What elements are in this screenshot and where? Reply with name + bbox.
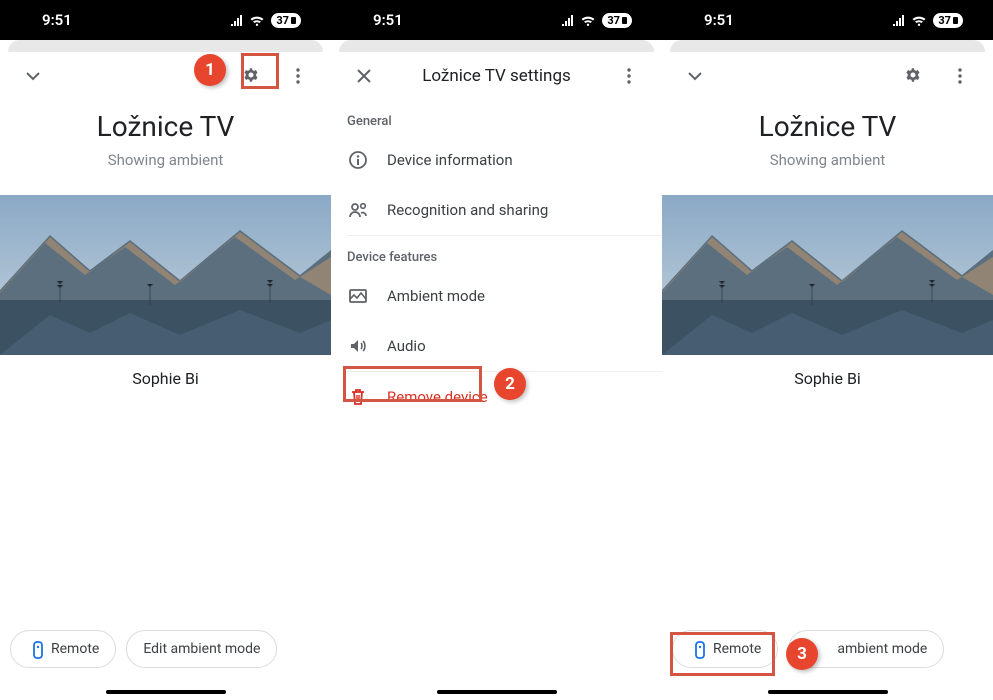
battery-indicator: 37 — [602, 13, 632, 28]
trash-icon — [347, 386, 369, 408]
artist-name: Sophie Bi — [0, 369, 331, 388]
close-icon — [353, 65, 375, 87]
settings-button[interactable] — [233, 57, 271, 95]
section-general: General — [331, 100, 662, 135]
remote-button[interactable]: Remote — [672, 630, 778, 668]
collapse-button[interactable] — [676, 57, 714, 95]
more-vertical-icon — [949, 65, 971, 87]
remote-label: Remote — [51, 641, 99, 657]
sheet-grabber — [8, 40, 323, 52]
collapse-button[interactable] — [14, 57, 52, 95]
audio-icon — [347, 335, 369, 357]
remote-icon — [689, 639, 705, 659]
remote-icon — [27, 639, 43, 659]
home-indicator — [768, 690, 888, 694]
remote-button[interactable]: Remote — [10, 630, 116, 668]
panel-3: 9:51 37 Ložnice TV Showing ambient — [662, 0, 993, 700]
device-subtitle: Showing ambient — [662, 151, 993, 169]
ambient-image[interactable] — [662, 195, 993, 355]
more-button[interactable] — [279, 57, 317, 95]
remote-label: Remote — [713, 641, 761, 657]
artist-name: Sophie Bi — [662, 369, 993, 388]
row-label: Audio — [387, 337, 426, 355]
more-vertical-icon — [618, 65, 640, 87]
people-icon — [347, 199, 369, 221]
app-header — [662, 52, 993, 100]
row-remove-device[interactable]: Remove device — [331, 372, 662, 422]
wifi-icon — [250, 14, 265, 26]
battery-indicator: 37 — [933, 13, 963, 28]
status-bar: 9:51 37 — [0, 0, 331, 40]
sheet-grabber — [339, 40, 654, 52]
chevron-down-icon — [685, 66, 705, 86]
row-label: Recognition and sharing — [387, 201, 548, 219]
more-vertical-icon — [287, 65, 309, 87]
row-recognition-sharing[interactable]: Recognition and sharing — [331, 185, 662, 235]
sheet-grabber — [670, 40, 985, 52]
gear-icon — [903, 65, 925, 87]
status-bar: 9:51 37 — [331, 0, 662, 40]
status-time: 9:51 — [373, 11, 403, 29]
wifi-icon — [912, 14, 927, 26]
status-time: 9:51 — [704, 11, 734, 29]
home-indicator — [106, 690, 226, 694]
row-label: Remove device — [387, 388, 488, 406]
row-label: Ambient mode — [387, 287, 485, 305]
row-label: Device information — [387, 151, 513, 169]
row-ambient-mode[interactable]: Ambient mode — [331, 271, 662, 321]
settings-button[interactable] — [895, 57, 933, 95]
section-device-features: Device features — [331, 236, 662, 271]
panel-1: 9:51 37 Ložnice TV Showing ambient — [0, 0, 331, 700]
ambient-image[interactable] — [0, 195, 331, 355]
battery-indicator: 37 — [271, 13, 301, 28]
edit-ambient-label: Edit ambient mode — [143, 641, 260, 657]
panel-2: 9:51 37 Ložnice TV settings General Devi… — [331, 0, 662, 700]
more-button[interactable] — [941, 57, 979, 95]
wifi-icon — [581, 14, 596, 26]
image-icon — [347, 285, 369, 307]
info-icon — [347, 149, 369, 171]
gear-icon — [241, 65, 263, 87]
edit-ambient-button[interactable]: Edit ambient mode — [126, 630, 277, 668]
signal-icon — [892, 14, 906, 26]
row-device-information[interactable]: Device information — [331, 135, 662, 185]
signal-icon — [561, 14, 575, 26]
edit-ambient-label: ambient mode — [837, 641, 927, 657]
device-title: Ložnice TV — [0, 110, 331, 143]
chevron-down-icon — [23, 66, 43, 86]
home-indicator — [437, 690, 557, 694]
edit-ambient-button[interactable]: ambient mode — [788, 630, 944, 668]
device-subtitle: Showing ambient — [0, 151, 331, 169]
signal-icon — [230, 14, 244, 26]
more-button[interactable] — [610, 57, 648, 95]
device-title: Ložnice TV — [662, 110, 993, 143]
row-audio[interactable]: Audio — [331, 321, 662, 371]
app-header: Ložnice TV settings — [331, 52, 662, 100]
status-bar: 9:51 37 — [662, 0, 993, 40]
status-time: 9:51 — [42, 11, 72, 29]
app-header — [0, 52, 331, 100]
close-button[interactable] — [345, 57, 383, 95]
page-title: Ložnice TV settings — [383, 66, 610, 86]
